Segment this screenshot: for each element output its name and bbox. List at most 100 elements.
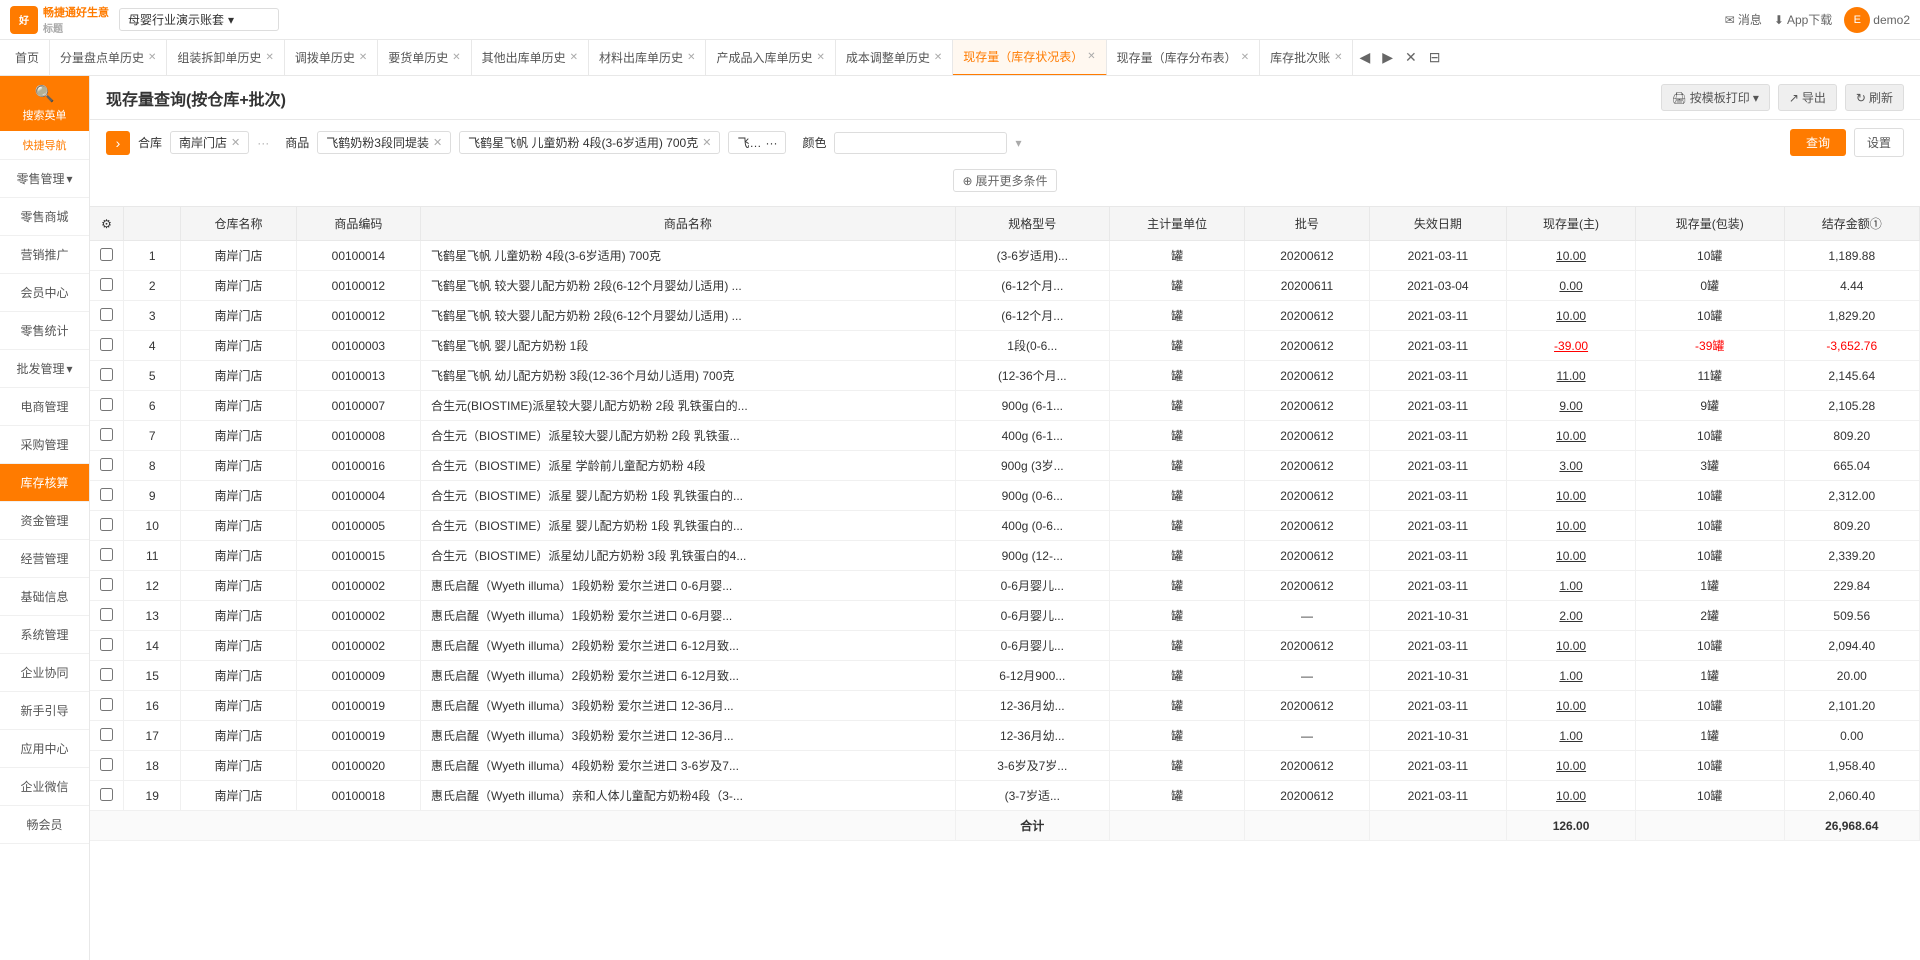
row-checkbox[interactable]: [90, 511, 124, 541]
row-qty[interactable]: 2.00: [1507, 601, 1636, 631]
sidebar-item-system[interactable]: 系统管理: [0, 616, 89, 654]
remove-product2-icon[interactable]: ✕: [702, 136, 711, 149]
tab-cost-adjust[interactable]: 成本调整单历史 ✕: [836, 40, 953, 76]
sidebar-item-retail[interactable]: 零售管理 ▾: [0, 160, 89, 198]
expand-filter-btn[interactable]: ›: [106, 131, 130, 155]
row-qty[interactable]: 3.00: [1507, 451, 1636, 481]
tab-requisition[interactable]: 要货单历史 ✕: [378, 40, 471, 76]
sidebar-item-guide[interactable]: 新手引导: [0, 692, 89, 730]
close-icon[interactable]: ✕: [570, 52, 578, 63]
tab-prev-btn[interactable]: ◀: [1353, 49, 1376, 66]
row-checkbox[interactable]: [90, 451, 124, 481]
sidebar-item-wechat[interactable]: 企业微信: [0, 768, 89, 806]
sidebar-item-apps[interactable]: 应用中心: [0, 730, 89, 768]
row-checkbox[interactable]: [90, 691, 124, 721]
sidebar-item-operations[interactable]: 经营管理: [0, 540, 89, 578]
tab-other-out[interactable]: 其他出库单历史 ✕: [472, 40, 589, 76]
expand-conditions-btn[interactable]: ⊕ 展开更多条件: [953, 169, 1056, 192]
sidebar-item-inventory[interactable]: 库存核算: [0, 464, 89, 502]
row-checkbox[interactable]: [90, 241, 124, 271]
close-icon[interactable]: ✕: [452, 52, 460, 63]
col-settings[interactable]: ⚙: [90, 207, 124, 241]
sidebar-search-label[interactable]: 搜索英单: [23, 107, 67, 123]
close-icon[interactable]: ✕: [148, 52, 156, 63]
sidebar-nav-section[interactable]: 快捷导航: [0, 131, 89, 160]
close-icon[interactable]: ✕: [1087, 51, 1095, 62]
tab-menu-btn[interactable]: ⊟: [1423, 49, 1447, 66]
remove-product1-icon[interactable]: ✕: [433, 136, 442, 149]
product-filter-tag-more[interactable]: 飞… ···: [728, 131, 786, 154]
product-filter-tag-2[interactable]: 飞鹤星飞帆 儿童奶粉 4段(3-6岁适用) 700克 ✕: [459, 131, 720, 154]
sidebar-item-ecommerce[interactable]: 电商管理: [0, 388, 89, 426]
row-qty[interactable]: 10.00: [1507, 781, 1636, 811]
close-icon[interactable]: ✕: [265, 52, 273, 63]
product-filter-tag-1[interactable]: 飞鹤奶粉3段同堤装 ✕: [317, 131, 451, 154]
sidebar-item-vip[interactable]: 畅会员: [0, 806, 89, 844]
sidebar-item-marketing[interactable]: 营销推广: [0, 236, 89, 274]
close-icon[interactable]: ✕: [1241, 52, 1249, 63]
tab-transfer[interactable]: 调拨单历史 ✕: [285, 40, 378, 76]
row-checkbox[interactable]: [90, 721, 124, 751]
row-qty[interactable]: 1.00: [1507, 661, 1636, 691]
message-btn[interactable]: ✉ 消息: [1725, 11, 1762, 28]
color-input[interactable]: [834, 132, 1007, 154]
sidebar-item-purchase[interactable]: 采购管理: [0, 426, 89, 464]
sidebar-item-retail-shop[interactable]: 零售商城: [0, 198, 89, 236]
template-print-btn[interactable]: 🖨 按模板打印 ▾: [1661, 84, 1770, 111]
settings-btn[interactable]: 设置: [1854, 128, 1904, 157]
refresh-btn[interactable]: ↻ 刷新: [1845, 84, 1904, 111]
tab-material-out[interactable]: 材料出库单历史 ✕: [589, 40, 706, 76]
row-checkbox[interactable]: [90, 751, 124, 781]
remove-warehouse-icon[interactable]: ✕: [231, 136, 240, 149]
tab-next-btn[interactable]: ▶: [1376, 49, 1399, 66]
row-qty[interactable]: 10.00: [1507, 301, 1636, 331]
tab-stock-status[interactable]: 现存量（库存状况表） ✕: [953, 40, 1106, 76]
row-qty[interactable]: 1.00: [1507, 721, 1636, 751]
row-qty[interactable]: 10.00: [1507, 751, 1636, 781]
close-icon[interactable]: ✕: [816, 52, 824, 63]
row-checkbox[interactable]: [90, 601, 124, 631]
tab-stock-dist[interactable]: 现存量（库存分布表） ✕: [1107, 40, 1260, 76]
sidebar-item-wholesale[interactable]: 批发管理 ▾: [0, 350, 89, 388]
sidebar-item-basic[interactable]: 基础信息: [0, 578, 89, 616]
tab-product-in[interactable]: 产成品入库单历史 ✕: [706, 40, 835, 76]
row-checkbox[interactable]: [90, 361, 124, 391]
tab-close-btn[interactable]: ✕: [1399, 49, 1423, 66]
row-qty[interactable]: 9.00: [1507, 391, 1636, 421]
row-checkbox[interactable]: [90, 661, 124, 691]
user-profile[interactable]: E demo2: [1844, 7, 1910, 33]
row-qty[interactable]: 10.00: [1507, 481, 1636, 511]
sidebar-item-member[interactable]: 会员中心: [0, 274, 89, 312]
row-qty[interactable]: 10.00: [1507, 541, 1636, 571]
row-checkbox[interactable]: [90, 631, 124, 661]
download-btn[interactable]: ⬇ App下载: [1774, 11, 1832, 28]
row-checkbox[interactable]: [90, 331, 124, 361]
row-qty[interactable]: 10.00: [1507, 421, 1636, 451]
tab-unpack[interactable]: 组装拆卸单历史 ✕: [167, 40, 284, 76]
row-checkbox[interactable]: [90, 301, 124, 331]
row-checkbox[interactable]: [90, 571, 124, 601]
row-qty[interactable]: -39.00: [1507, 331, 1636, 361]
row-qty[interactable]: 0.00: [1507, 271, 1636, 301]
row-checkbox[interactable]: [90, 781, 124, 811]
sidebar-item-retail-stats[interactable]: 零售统计: [0, 312, 89, 350]
warehouse-filter-tag[interactable]: 南岸门店 ✕: [170, 131, 249, 154]
row-checkbox[interactable]: [90, 391, 124, 421]
row-checkbox[interactable]: [90, 271, 124, 301]
search-btn[interactable]: 查询: [1790, 129, 1846, 156]
export-btn[interactable]: ↗ 导出: [1778, 84, 1837, 111]
row-qty[interactable]: 10.00: [1507, 691, 1636, 721]
sidebar-item-finance[interactable]: 资金管理: [0, 502, 89, 540]
tab-home[interactable]: 首页: [5, 40, 50, 76]
row-qty[interactable]: 10.00: [1507, 631, 1636, 661]
row-checkbox[interactable]: [90, 421, 124, 451]
row-qty[interactable]: 11.00: [1507, 361, 1636, 391]
row-qty[interactable]: 10.00: [1507, 511, 1636, 541]
tab-split[interactable]: 分量盘点单历史 ✕: [50, 40, 167, 76]
account-selector[interactable]: 母婴行业演示账套 ▾: [119, 8, 279, 31]
row-checkbox[interactable]: [90, 481, 124, 511]
close-icon[interactable]: ✕: [359, 52, 367, 63]
sidebar-item-enterprise[interactable]: 企业协同: [0, 654, 89, 692]
close-icon[interactable]: ✕: [934, 52, 942, 63]
row-qty[interactable]: 1.00: [1507, 571, 1636, 601]
